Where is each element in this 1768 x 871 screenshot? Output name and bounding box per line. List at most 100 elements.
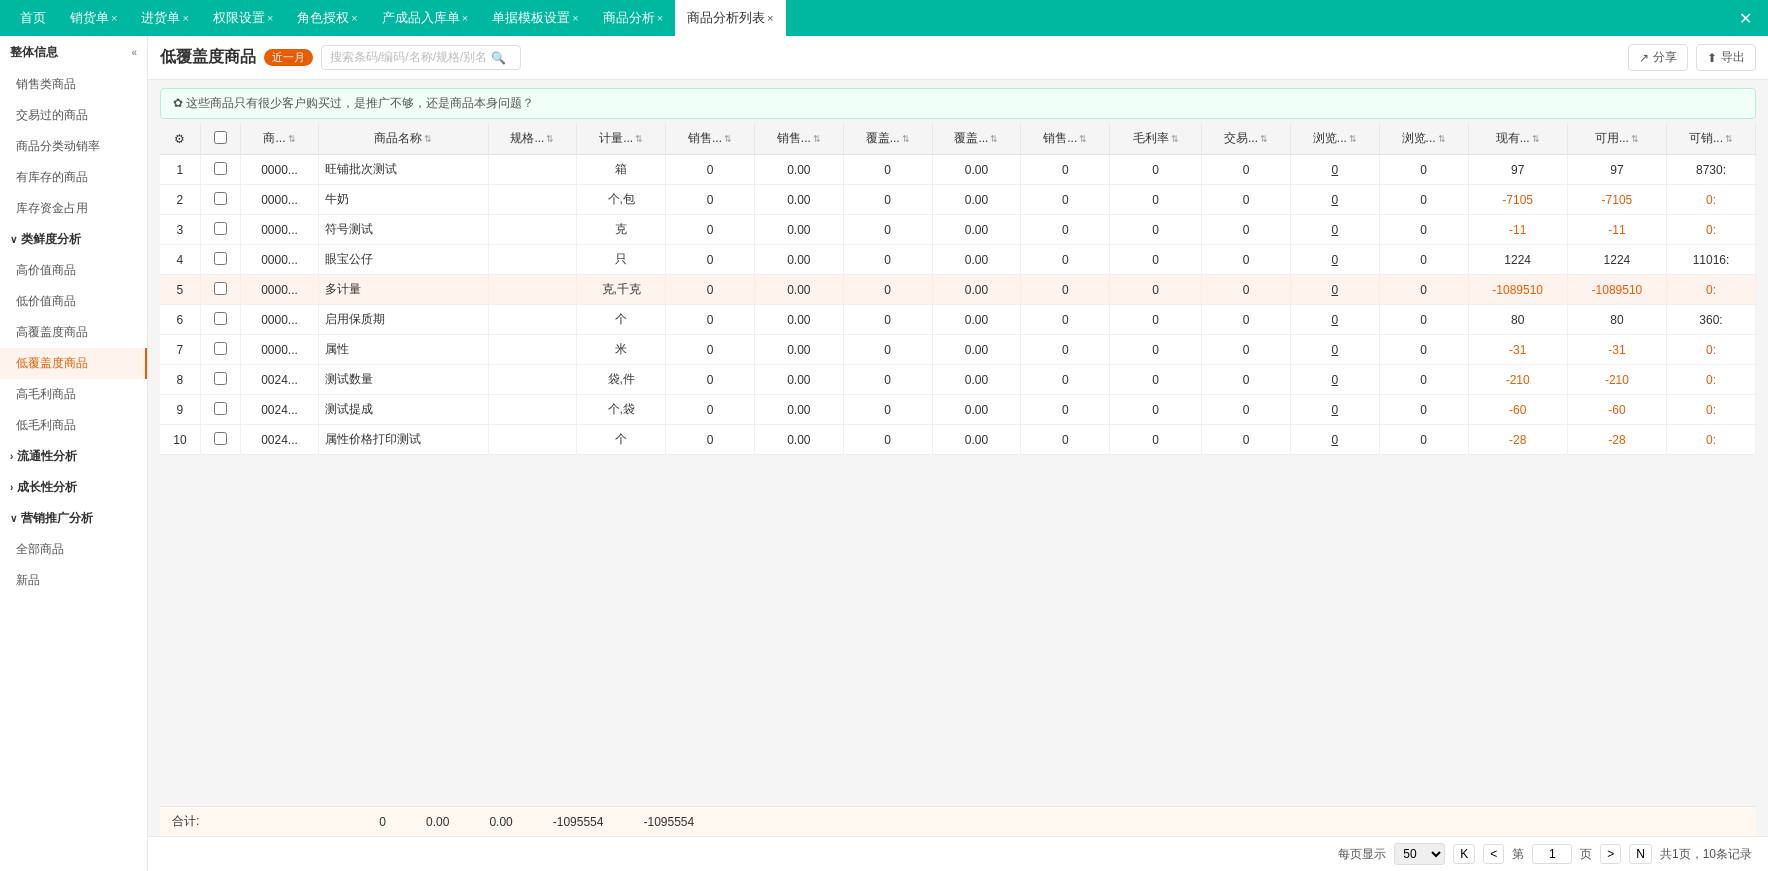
nav-close-sales[interactable]: ×: [111, 12, 117, 24]
window-close-button[interactable]: ✕: [1731, 9, 1760, 28]
cell-checkbox[interactable]: [200, 185, 241, 215]
sidebar-item-low-gross[interactable]: 低毛利商品: [0, 410, 147, 441]
sidebar-section-circulation[interactable]: › 流通性分析: [0, 441, 147, 472]
nav-close-roles[interactable]: ×: [351, 12, 357, 24]
cell-browse1[interactable]: 0: [1290, 215, 1379, 245]
col-current[interactable]: 现有...⇅: [1468, 123, 1567, 155]
cell-browse1[interactable]: 0: [1290, 365, 1379, 395]
cell-browse2: 0: [1379, 335, 1468, 365]
nav-templates[interactable]: 单据模板设置 ×: [480, 0, 590, 36]
col-browse1[interactable]: 浏览...⇅: [1290, 123, 1379, 155]
nav-goods-analysis-list[interactable]: 商品分析列表 ×: [675, 0, 785, 36]
nav-close-production[interactable]: ×: [462, 12, 468, 24]
sidebar-item-low-value[interactable]: 低价值商品: [0, 286, 147, 317]
time-badge[interactable]: 近一月: [264, 49, 313, 66]
cell-browse1[interactable]: 0: [1290, 395, 1379, 425]
col-unit[interactable]: 计量...⇅: [577, 123, 666, 155]
search-box[interactable]: 搜索条码/编码/名称/规格/别名 🔍: [321, 45, 521, 70]
col-sales-amt[interactable]: 销售...⇅: [754, 123, 843, 155]
sidebar-item-all-goods[interactable]: 全部商品: [0, 534, 147, 565]
col-coverage1[interactable]: 覆盖...⇅: [843, 123, 932, 155]
first-page-button[interactable]: K: [1453, 844, 1475, 864]
next-page-button[interactable]: >: [1600, 844, 1621, 864]
row-checkbox[interactable]: [214, 222, 227, 235]
cell-browse1[interactable]: 0: [1290, 275, 1379, 305]
cell-checkbox[interactable]: [200, 305, 241, 335]
row-checkbox[interactable]: [214, 192, 227, 205]
col-name[interactable]: 商品名称⇅: [318, 123, 488, 155]
sidebar-section-freshness[interactable]: ∨ 类鲜度分析: [0, 224, 147, 255]
cell-checkbox[interactable]: [200, 395, 241, 425]
cell-browse1[interactable]: 0: [1290, 335, 1379, 365]
per-page-select[interactable]: 50 100 200: [1394, 843, 1445, 865]
cell-checkbox[interactable]: [200, 425, 241, 455]
sidebar-item-high-gross[interactable]: 高毛利商品: [0, 379, 147, 410]
nav-close-goods-analysis-list[interactable]: ×: [767, 12, 773, 24]
cell-name: 眼宝公仔: [318, 245, 488, 275]
col-sales-qty[interactable]: 销售...⇅: [666, 123, 755, 155]
cell-browse1[interactable]: 0: [1290, 245, 1379, 275]
sidebar-section-growth[interactable]: › 成长性分析: [0, 472, 147, 503]
nav-home[interactable]: 首页: [8, 0, 58, 36]
nav-permissions[interactable]: 权限设置 ×: [201, 0, 285, 36]
col-settings[interactable]: ⚙: [160, 123, 200, 155]
nav-goods-analysis[interactable]: 商品分析 ×: [591, 0, 675, 36]
sidebar-item-category-rate[interactable]: 商品分类动销率: [0, 131, 147, 162]
row-checkbox[interactable]: [214, 252, 227, 265]
sidebar-item-in-stock[interactable]: 有库存的商品: [0, 162, 147, 193]
nav-close-templates[interactable]: ×: [572, 12, 578, 24]
row-checkbox[interactable]: [214, 372, 227, 385]
sidebar-item-high-value[interactable]: 高价值商品: [0, 255, 147, 286]
cell-checkbox[interactable]: [200, 155, 241, 185]
row-checkbox[interactable]: [214, 402, 227, 415]
col-trade[interactable]: 交易...⇅: [1202, 123, 1291, 155]
cell-checkbox[interactable]: [200, 215, 241, 245]
cell-checkbox[interactable]: [200, 365, 241, 395]
row-checkbox[interactable]: [214, 282, 227, 295]
col-code[interactable]: 商...⇅: [241, 123, 318, 155]
col-spec[interactable]: 规格...⇅: [488, 123, 577, 155]
col-browse2[interactable]: 浏览...⇅: [1379, 123, 1468, 155]
col-sales2[interactable]: 销售...⇅: [1021, 123, 1110, 155]
nav-close-permissions[interactable]: ×: [267, 12, 273, 24]
cell-checkbox[interactable]: [200, 335, 241, 365]
cell-browse1[interactable]: 0: [1290, 185, 1379, 215]
cell-checkbox[interactable]: [200, 245, 241, 275]
sidebar-item-high-coverage[interactable]: 高覆盖度商品: [0, 317, 147, 348]
cell-browse1[interactable]: 0: [1290, 305, 1379, 335]
last-page-button[interactable]: N: [1629, 844, 1652, 864]
search-icon[interactable]: 🔍: [491, 51, 506, 65]
row-checkbox[interactable]: [214, 432, 227, 445]
col-sellable[interactable]: 可销...⇅: [1667, 123, 1756, 155]
nav-close-purchase[interactable]: ×: [182, 12, 188, 24]
sidebar-item-traded-goods[interactable]: 交易过的商品: [0, 100, 147, 131]
sidebar-item-new-goods[interactable]: 新品: [0, 565, 147, 596]
row-checkbox[interactable]: [214, 342, 227, 355]
sidebar-section-marketing[interactable]: ∨ 营销推广分析: [0, 503, 147, 534]
cell-checkbox[interactable]: [200, 275, 241, 305]
page-input[interactable]: [1532, 844, 1572, 864]
nav-close-goods-analysis[interactable]: ×: [657, 12, 663, 24]
col-available[interactable]: 可用...⇅: [1567, 123, 1666, 155]
sidebar-item-low-coverage[interactable]: 低覆盖度商品: [0, 348, 147, 379]
sidebar-item-sales-goods[interactable]: 销售类商品: [0, 69, 147, 100]
cell-browse1[interactable]: 0: [1290, 425, 1379, 455]
sidebar-item-stock-funds[interactable]: 库存资金占用: [0, 193, 147, 224]
export-button[interactable]: ⬆ 导出: [1696, 44, 1756, 71]
nav-purchase[interactable]: 进货单 ×: [129, 0, 200, 36]
col-checkbox[interactable]: [200, 123, 241, 155]
cell-browse1[interactable]: 0: [1290, 155, 1379, 185]
sidebar-section-overview[interactable]: 整体信息 «: [0, 36, 147, 69]
cell-cov1: 0: [843, 305, 932, 335]
select-all-checkbox[interactable]: [214, 131, 227, 144]
nav-sales[interactable]: 销货单 ×: [58, 0, 129, 36]
row-checkbox[interactable]: [214, 162, 227, 175]
nav-production[interactable]: 产成品入库单 ×: [370, 0, 480, 36]
col-gross-rate[interactable]: 毛利率⇅: [1110, 123, 1202, 155]
col-coverage2[interactable]: 覆盖...⇅: [932, 123, 1021, 155]
footer-values: 0 0.00 0.00 -1095554 -1095554: [379, 815, 694, 829]
share-button[interactable]: ↗ 分享: [1628, 44, 1688, 71]
prev-page-button[interactable]: <: [1483, 844, 1504, 864]
row-checkbox[interactable]: [214, 312, 227, 325]
nav-roles[interactable]: 角色授权 ×: [285, 0, 369, 36]
